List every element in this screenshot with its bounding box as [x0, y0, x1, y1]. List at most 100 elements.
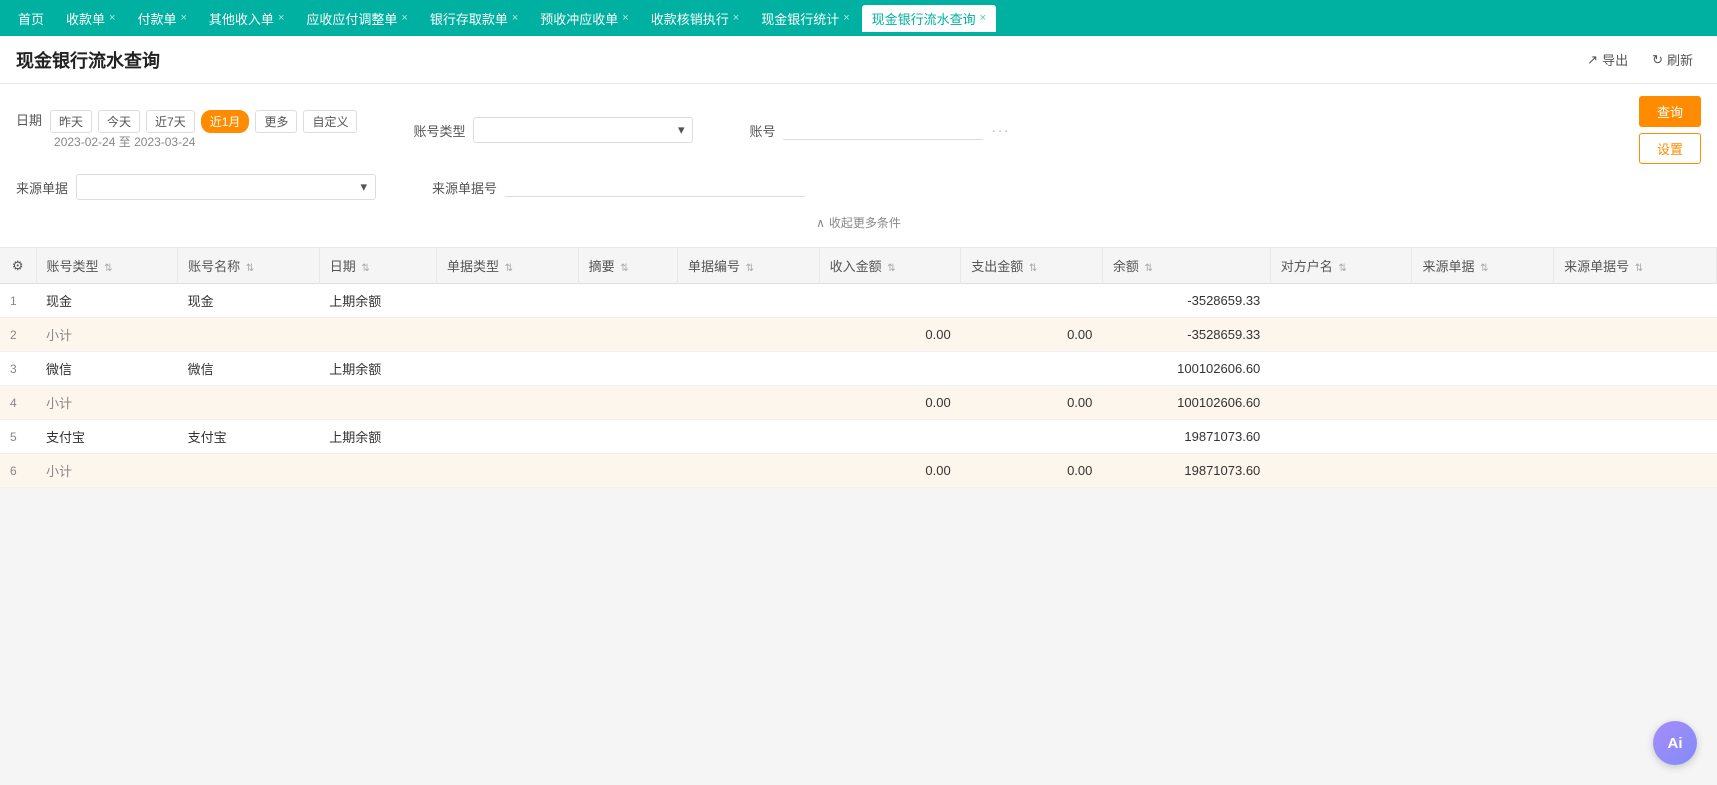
- sort-account-type-icon[interactable]: ⇅: [104, 263, 112, 274]
- nav-prepay-close[interactable]: ×: [622, 12, 628, 24]
- nav-other-income-close[interactable]: ×: [278, 12, 284, 24]
- nav-receipt[interactable]: 收款单 ×: [56, 5, 125, 32]
- cell-counterparty: [1270, 386, 1412, 420]
- cell-account-name: [178, 386, 320, 420]
- cell-expense: 0.00: [961, 318, 1103, 352]
- sort-summary-icon[interactable]: ⇅: [620, 263, 628, 274]
- source-doc-no-input-wrapper: [505, 177, 805, 197]
- sort-source-doc-icon[interactable]: ⇅: [1480, 263, 1488, 274]
- row-num: 6: [0, 454, 36, 488]
- export-label: 导出: [1602, 50, 1628, 69]
- nav-home[interactable]: 首页: [8, 5, 54, 32]
- source-doc-no-label: 来源单据号: [432, 178, 497, 197]
- cell-source-doc: [1412, 420, 1554, 454]
- sort-doc-type-icon[interactable]: ⇅: [505, 263, 513, 274]
- nav-bank-deposit[interactable]: 银行存取款单 ×: [420, 5, 528, 32]
- cell-summary: [578, 352, 677, 386]
- sort-doc-no-icon[interactable]: ⇅: [746, 263, 754, 274]
- cell-income: 0.00: [819, 318, 961, 352]
- nav-flow-query-label: 现金银行流水查询: [872, 9, 976, 28]
- table-row[interactable]: 6小计0.000.0019871073.60: [0, 454, 1717, 488]
- cell-source-doc-no: [1554, 284, 1717, 318]
- table-row[interactable]: 2小计0.000.00-3528659.33: [0, 318, 1717, 352]
- table-header-row: ⚙ 账号类型 ⇅ 账号名称 ⇅ 日期 ⇅ 单据类型 ⇅ 摘要 ⇅ 单据编号 ⇅ …: [0, 248, 1717, 284]
- cell-account-type: 支付宝: [36, 420, 178, 454]
- table-row[interactable]: 1现金现金上期余额-3528659.33: [0, 284, 1717, 318]
- account-input[interactable]: [787, 122, 979, 137]
- nav-payment-close[interactable]: ×: [180, 12, 186, 24]
- nav-other-income-label: 其他收入单: [209, 9, 274, 28]
- nav-receipt-close[interactable]: ×: [109, 12, 115, 24]
- date-btn-7days[interactable]: 近7天: [146, 110, 195, 133]
- col-gear[interactable]: ⚙: [0, 248, 36, 284]
- nav-payment[interactable]: 付款单 ×: [127, 5, 196, 32]
- sort-expense-icon[interactable]: ⇅: [1029, 263, 1037, 274]
- date-btn-1month[interactable]: 近1月: [201, 110, 250, 133]
- cell-balance: 100102606.60: [1102, 386, 1270, 420]
- sort-counterparty-icon[interactable]: ⇅: [1338, 263, 1346, 274]
- cell-account-type: 微信: [36, 352, 178, 386]
- cell-source-doc: [1412, 318, 1554, 352]
- nav-adjustment-close[interactable]: ×: [401, 12, 407, 24]
- cell-account-name: 微信: [178, 352, 320, 386]
- collapse-button[interactable]: ∧ 收起更多条件: [16, 210, 1701, 235]
- nav-verify[interactable]: 收款核销执行 ×: [641, 5, 749, 32]
- col-doc-type: 单据类型 ⇅: [437, 248, 579, 284]
- cell-balance: 19871073.60: [1102, 454, 1270, 488]
- row-num: 3: [0, 352, 36, 386]
- sort-income-icon[interactable]: ⇅: [887, 263, 895, 274]
- settings-button[interactable]: 设置: [1639, 133, 1701, 164]
- cell-expense: 0.00: [961, 386, 1103, 420]
- ai-assistant-button[interactable]: Ai: [1653, 721, 1697, 765]
- nav-flow-query[interactable]: 现金银行流水查询 ×: [862, 5, 996, 32]
- cell-source-doc-no: [1554, 386, 1717, 420]
- export-button[interactable]: ↗ 导出: [1579, 46, 1636, 73]
- date-buttons: 昨天 今天 近7天 近1月 更多 自定义: [50, 110, 357, 133]
- cell-summary: [578, 420, 677, 454]
- cell-date: [319, 318, 436, 352]
- query-button[interactable]: 查询: [1639, 96, 1701, 127]
- cell-account-type: 小计: [36, 318, 178, 352]
- sort-source-doc-no-icon[interactable]: ⇅: [1635, 263, 1643, 274]
- source-doc-select[interactable]: ▾: [76, 174, 376, 200]
- nav-other-income[interactable]: 其他收入单 ×: [199, 5, 294, 32]
- cell-account-name: 支付宝: [178, 420, 320, 454]
- table-row[interactable]: 4小计0.000.00100102606.60: [0, 386, 1717, 420]
- cell-date: 上期余额: [319, 420, 436, 454]
- cell-source-doc: [1412, 454, 1554, 488]
- nav-bank-deposit-close[interactable]: ×: [512, 12, 518, 24]
- nav-stats-close[interactable]: ×: [843, 12, 849, 24]
- sort-date-icon[interactable]: ⇅: [361, 263, 369, 274]
- date-btn-custom[interactable]: 自定义: [303, 110, 357, 133]
- date-btn-yesterday[interactable]: 昨天: [50, 110, 92, 133]
- nav-verify-close[interactable]: ×: [733, 12, 739, 24]
- source-doc-no-input[interactable]: [509, 179, 801, 194]
- ai-label: Ai: [1668, 735, 1683, 752]
- cell-account-name: [178, 454, 320, 488]
- account-type-select[interactable]: ▾: [473, 117, 693, 143]
- nav-stats[interactable]: 现金银行统计 ×: [751, 5, 859, 32]
- cell-account-name: 现金: [178, 284, 320, 318]
- cell-source-doc-no: [1554, 420, 1717, 454]
- cell-source-doc-no: [1554, 318, 1717, 352]
- nav-prepay[interactable]: 预收冲应收单 ×: [530, 5, 638, 32]
- refresh-button[interactable]: ↻ 刷新: [1644, 46, 1701, 73]
- sort-balance-icon[interactable]: ⇅: [1145, 263, 1153, 274]
- cell-expense: 0.00: [961, 454, 1103, 488]
- col-source-doc-no: 来源单据号 ⇅: [1554, 248, 1717, 284]
- cell-counterparty: [1270, 454, 1412, 488]
- sort-account-name-icon[interactable]: ⇅: [246, 263, 254, 274]
- account-more-btn[interactable]: ···: [991, 123, 1010, 138]
- table-row[interactable]: 3微信微信上期余额100102606.60: [0, 352, 1717, 386]
- date-btn-today[interactable]: 今天: [98, 110, 140, 133]
- table-row[interactable]: 5支付宝支付宝上期余额19871073.60: [0, 420, 1717, 454]
- cell-doc-no: [677, 420, 819, 454]
- date-btn-more[interactable]: 更多: [255, 110, 297, 133]
- filter-row-1: 日期 昨天 今天 近7天 近1月 更多 自定义 2023-02-24 至 202…: [16, 96, 1701, 164]
- cell-account-type: 现金: [36, 284, 178, 318]
- nav-flow-query-close[interactable]: ×: [980, 12, 986, 24]
- cell-date: 上期余额: [319, 284, 436, 318]
- cell-doc-type: [437, 284, 579, 318]
- nav-adjustment[interactable]: 应收应付调整单 ×: [296, 5, 417, 32]
- cell-date: 上期余额: [319, 352, 436, 386]
